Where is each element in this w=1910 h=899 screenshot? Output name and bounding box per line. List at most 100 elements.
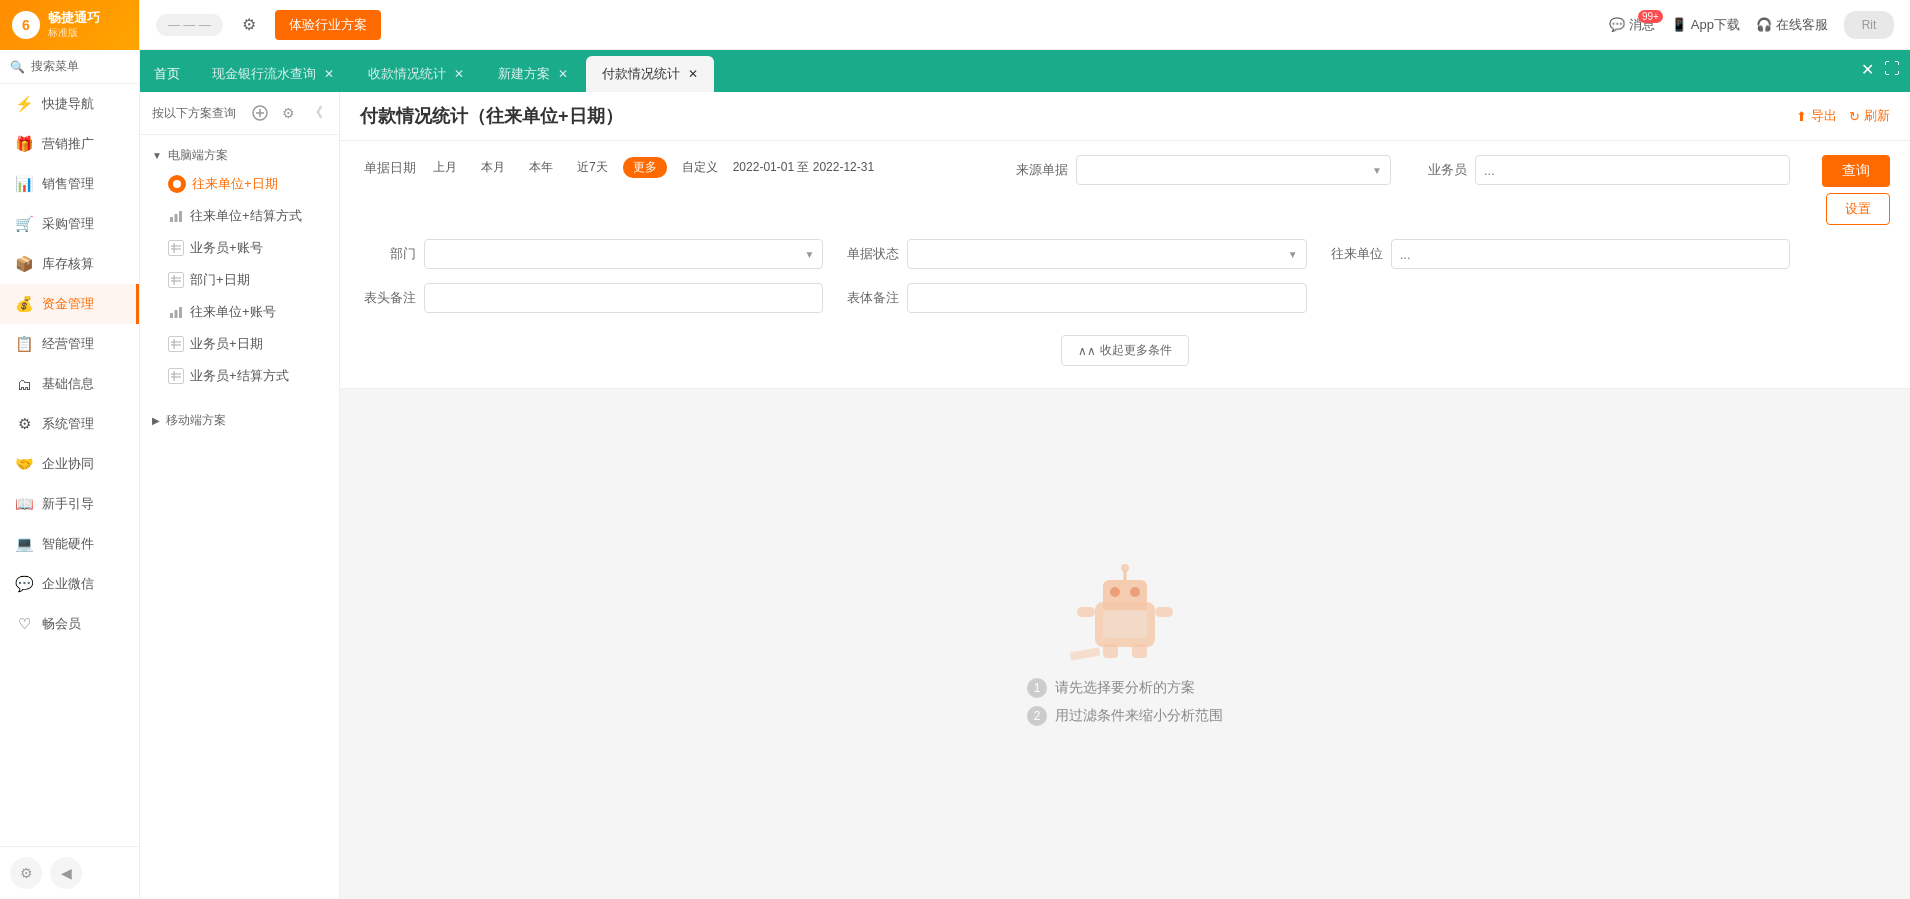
scheme-staff-date[interactable]: 业务员+日期 bbox=[140, 328, 339, 360]
trial-industry-btn[interactable]: 体验行业方案 bbox=[275, 10, 381, 40]
sidebar-item-sales[interactable]: 📊 销售管理 bbox=[0, 164, 139, 204]
filter-partner: 往来单位 bbox=[1327, 239, 1790, 269]
scheme-item-label: 往来单位+结算方式 bbox=[190, 207, 302, 225]
date-this-month[interactable]: 本月 bbox=[472, 155, 514, 180]
query-btn[interactable]: 查询 bbox=[1822, 155, 1890, 187]
tab-bank-flow[interactable]: 现金银行流水查询 ✕ bbox=[196, 56, 350, 92]
sidebar-item-vip[interactable]: ♡ 畅会员 bbox=[0, 604, 139, 644]
app-download-btn[interactable]: 📱 App下载 bbox=[1671, 16, 1740, 34]
system-icon: ⚙ bbox=[14, 414, 34, 434]
sidebar-item-basic-info[interactable]: 🗂 基础信息 bbox=[0, 364, 139, 404]
search-menu[interactable]: 🔍 搜索菜单 bbox=[0, 50, 139, 84]
smart-icon: 💻 bbox=[14, 534, 34, 554]
body-note-label: 表体备注 bbox=[843, 289, 899, 307]
sidebar-item-finance[interactable]: 💰 资金管理 bbox=[0, 284, 139, 324]
content-area: 按以下方案查询 ⚙ 《 ▼ 电脑端方案 bbox=[140, 92, 1910, 899]
panel-collapse-btn[interactable]: 《 bbox=[305, 102, 327, 124]
home-tab-label: 首页 bbox=[154, 65, 180, 83]
avatar[interactable]: Rit bbox=[1844, 11, 1894, 39]
collapse-sidebar-btn[interactable]: ◀ bbox=[50, 857, 82, 889]
svg-point-26 bbox=[1130, 587, 1140, 597]
date-last-7[interactable]: 近7天 bbox=[568, 155, 617, 180]
bank-flow-tab-label: 现金银行流水查询 bbox=[212, 65, 316, 83]
mobile-group-header[interactable]: ▶ 移动端方案 bbox=[140, 408, 339, 433]
refresh-btn[interactable]: ↻ 刷新 bbox=[1849, 107, 1890, 125]
logo-icon: 6 bbox=[12, 11, 40, 39]
sidebar-item-label: 经营管理 bbox=[42, 335, 94, 353]
export-btn[interactable]: ⬆ 导出 bbox=[1796, 107, 1837, 125]
filter-settings-btn[interactable]: 设置 bbox=[1826, 193, 1890, 225]
tab-bar: 首页 现金银行流水查询 ✕ 收款情况统计 ✕ 新建方案 ✕ 付款情况统计 ✕ ✕… bbox=[140, 50, 1910, 92]
panel-header-actions: ⚙ 《 bbox=[249, 102, 327, 124]
desktop-group-header[interactable]: ▼ 电脑端方案 bbox=[140, 143, 339, 168]
tab-pay-stat[interactable]: 付款情况统计 ✕ bbox=[586, 56, 714, 92]
message-btn[interactable]: 💬 消息 99+ bbox=[1609, 16, 1655, 34]
tab-home[interactable]: 首页 bbox=[140, 56, 194, 92]
receive-tab-close[interactable]: ✕ bbox=[454, 67, 464, 81]
empty-msg-1: 1 请先选择要分析的方案 bbox=[1027, 678, 1223, 698]
svg-rect-24 bbox=[1103, 610, 1147, 638]
date-last-month[interactable]: 上月 bbox=[424, 155, 466, 180]
date-more-btn[interactable]: 更多 bbox=[623, 157, 667, 178]
body-note-input[interactable] bbox=[907, 283, 1306, 313]
sidebar-item-system[interactable]: ⚙ 系统管理 bbox=[0, 404, 139, 444]
doc-status-select[interactable]: ▼ bbox=[907, 239, 1306, 269]
operation-icon: 📋 bbox=[14, 334, 34, 354]
new-scheme-tab-close[interactable]: ✕ bbox=[558, 67, 568, 81]
svg-rect-6 bbox=[179, 211, 182, 222]
mobile-group-arrow: ▶ bbox=[152, 415, 160, 426]
partner-input[interactable] bbox=[1391, 239, 1790, 269]
sales-icon: 📊 bbox=[14, 174, 34, 194]
table-icon4 bbox=[168, 368, 184, 384]
pay-stat-tab-close[interactable]: ✕ bbox=[688, 67, 698, 81]
msg-1-num: 1 bbox=[1027, 678, 1047, 698]
panel-settings-btn[interactable]: ⚙ bbox=[277, 102, 299, 124]
sidebar-item-label: 企业微信 bbox=[42, 575, 94, 593]
sidebar-item-quick-nav[interactable]: ⚡ 快捷导航 bbox=[0, 84, 139, 124]
left-panel: 按以下方案查询 ⚙ 《 ▼ 电脑端方案 bbox=[140, 92, 340, 899]
header-settings-btn[interactable]: ⚙ bbox=[235, 11, 263, 39]
sidebar-item-smart[interactable]: 💻 智能硬件 bbox=[0, 524, 139, 564]
source-select[interactable]: ▼ bbox=[1076, 155, 1391, 185]
message-badge: 99+ bbox=[1638, 10, 1663, 23]
scheme-partner-account[interactable]: 往来单位+账号 bbox=[140, 296, 339, 328]
query-section: 查询 设置 bbox=[1810, 155, 1890, 225]
date-custom[interactable]: 自定义 bbox=[673, 155, 727, 180]
scheme-staff-settle[interactable]: 业务员+结算方式 bbox=[140, 360, 339, 392]
online-service-btn[interactable]: 🎧 在线客服 bbox=[1756, 16, 1828, 34]
svg-point-3 bbox=[173, 180, 181, 188]
collapse-more-conditions-btn[interactable]: ∧∧ 收起更多条件 bbox=[1061, 335, 1189, 366]
sidebar-item-operation[interactable]: 📋 经营管理 bbox=[0, 324, 139, 364]
sidebar-item-wechat[interactable]: 💬 企业微信 bbox=[0, 564, 139, 604]
header-note-input[interactable] bbox=[424, 283, 823, 313]
empty-messages: 1 请先选择要分析的方案 2 用过滤条件来缩小分析范围 bbox=[1027, 678, 1223, 726]
sidebar-item-inventory[interactable]: 📦 库存核算 bbox=[0, 244, 139, 284]
sidebar-item-marketing[interactable]: 🎁 营销推广 bbox=[0, 124, 139, 164]
expand-tabs-btn[interactable]: ⛶ bbox=[1884, 60, 1900, 78]
tab-new-scheme[interactable]: 新建方案 ✕ bbox=[482, 56, 584, 92]
close-all-tabs-btn[interactable]: ✕ bbox=[1861, 60, 1874, 79]
staff-input[interactable] bbox=[1475, 155, 1790, 185]
tab-receive[interactable]: 收款情况统计 ✕ bbox=[352, 56, 480, 92]
scheme-item-label: 往来单位+日期 bbox=[192, 175, 278, 193]
staff-label: 业务员 bbox=[1411, 161, 1467, 179]
msg-2-num: 2 bbox=[1027, 706, 1047, 726]
settings-bottom-btn[interactable]: ⚙ bbox=[10, 857, 42, 889]
bank-flow-tab-close[interactable]: ✕ bbox=[324, 67, 334, 81]
scheme-staff-account[interactable]: 业务员+账号 bbox=[140, 232, 339, 264]
scheme-partner-settle[interactable]: 往来单位+结算方式 bbox=[140, 200, 339, 232]
scheme-partner-date[interactable]: 往来单位+日期 bbox=[140, 168, 339, 200]
add-scheme-btn[interactable] bbox=[249, 102, 271, 124]
top-header: — — — ⚙ 体验行业方案 💬 消息 99+ 📱 App下载 🎧 在线客服 R… bbox=[140, 0, 1910, 50]
date-this-year[interactable]: 本年 bbox=[520, 155, 562, 180]
sidebar-item-label: 智能硬件 bbox=[42, 535, 94, 553]
dept-select[interactable]: ▼ bbox=[424, 239, 823, 269]
sidebar-item-purchase[interactable]: 🛒 采购管理 bbox=[0, 204, 139, 244]
scheme-dept-date[interactable]: 部门+日期 bbox=[140, 264, 339, 296]
sidebar-item-guide[interactable]: 📖 新手引导 bbox=[0, 484, 139, 524]
sidebar-bottom: ⚙ ◀ bbox=[0, 846, 139, 899]
right-area: 付款情况统计（往来单位+日期） ⬆ 导出 ↻ 刷新 单 bbox=[340, 92, 1910, 899]
sidebar-item-label: 采购管理 bbox=[42, 215, 94, 233]
empty-msg-2: 2 用过滤条件来缩小分析范围 bbox=[1027, 706, 1223, 726]
sidebar-item-cooperation[interactable]: 🤝 企业协同 bbox=[0, 444, 139, 484]
